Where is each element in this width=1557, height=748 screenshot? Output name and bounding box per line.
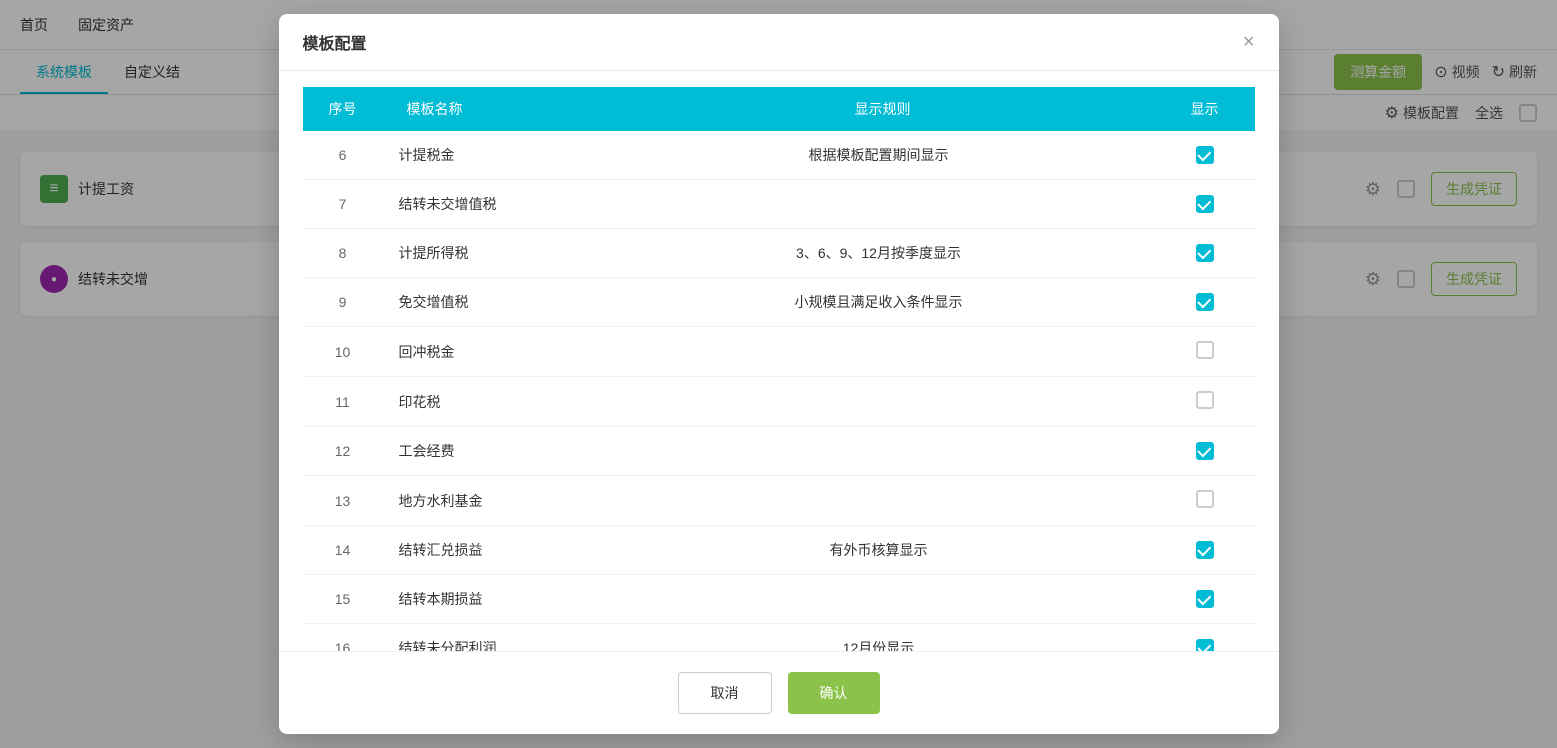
confirm-button[interactable]: 确认 [788,672,880,714]
modal-title: 模板配置 [303,30,367,54]
table-row: 12工会经费 [303,427,1255,476]
cell-rule: 12月份显示 [603,624,1155,652]
cell-name: 结转未交增值税 [383,180,603,229]
cell-rule [603,377,1155,427]
col-header-id: 序号 [303,87,383,131]
config-table: 序号 模板名称 显示规则 显示 6计提税金根据模板配置期间显示7结转未交增值税8… [303,87,1255,651]
cell-name: 结转未分配利润 [383,624,603,652]
table-row: 8计提所得税3、6、9、12月按季度显示 [303,229,1255,278]
cell-name: 计提所得税 [383,229,603,278]
cell-name: 免交增值税 [383,278,603,327]
cell-checkbox [1155,377,1255,427]
modal-overlay: 模板配置 × 序号 模板名称 显示规则 显示 6计提税金根据模板配置期间显示7结… [0,0,1557,748]
table-row: 13地方水利基金 [303,476,1255,526]
cell-id: 8 [303,229,383,278]
cell-id: 14 [303,526,383,575]
cell-rule: 小规模且满足收入条件显示 [603,278,1155,327]
cell-name: 结转汇兑损益 [383,526,603,575]
checkbox-row-11[interactable] [1196,391,1214,409]
cell-id: 11 [303,377,383,427]
cell-rule [603,476,1155,526]
cell-rule [603,575,1155,624]
table-row: 16结转未分配利润12月份显示 [303,624,1255,652]
cell-name: 回冲税金 [383,327,603,377]
checkbox-row-8[interactable] [1196,244,1214,262]
cell-name: 工会经费 [383,427,603,476]
cell-id: 9 [303,278,383,327]
checkbox-row-12[interactable] [1196,442,1214,460]
cell-name: 地方水利基金 [383,476,603,526]
modal-body: 序号 模板名称 显示规则 显示 6计提税金根据模板配置期间显示7结转未交增值税8… [279,71,1279,651]
cell-name: 计提税金 [383,131,603,180]
cell-checkbox [1155,427,1255,476]
cell-id: 16 [303,624,383,652]
checkbox-row-10[interactable] [1196,341,1214,359]
checkbox-row-9[interactable] [1196,293,1214,311]
cell-name: 结转本期损益 [383,575,603,624]
cell-rule: 根据模板配置期间显示 [603,131,1155,180]
modal-template-config: 模板配置 × 序号 模板名称 显示规则 显示 6计提税金根据模板配置期间显示7结… [279,14,1279,734]
table-row: 9免交增值税小规模且满足收入条件显示 [303,278,1255,327]
col-header-rule: 显示规则 [603,87,1155,131]
modal-footer: 取消 确认 [279,651,1279,734]
cell-id: 10 [303,327,383,377]
checkbox-row-16[interactable] [1196,639,1214,651]
table-body: 6计提税金根据模板配置期间显示7结转未交增值税8计提所得税3、6、9、12月按季… [303,131,1255,651]
cell-rule [603,427,1155,476]
modal-header: 模板配置 × [279,14,1279,71]
cell-checkbox [1155,180,1255,229]
cell-id: 7 [303,180,383,229]
cell-checkbox [1155,327,1255,377]
cell-checkbox [1155,476,1255,526]
cell-id: 12 [303,427,383,476]
table-row: 6计提税金根据模板配置期间显示 [303,131,1255,180]
checkbox-row-15[interactable] [1196,590,1214,608]
cell-checkbox [1155,278,1255,327]
table-row: 11印花税 [303,377,1255,427]
table-header: 序号 模板名称 显示规则 显示 [303,87,1255,131]
modal-close-button[interactable]: × [1243,32,1255,52]
checkbox-row-13[interactable] [1196,490,1214,508]
checkbox-row-14[interactable] [1196,541,1214,559]
cell-checkbox [1155,229,1255,278]
cancel-button[interactable]: 取消 [678,672,772,714]
cell-rule [603,180,1155,229]
table-row: 10回冲税金 [303,327,1255,377]
checkbox-row-6[interactable] [1196,146,1214,164]
cell-id: 13 [303,476,383,526]
table-row: 7结转未交增值税 [303,180,1255,229]
table-row: 15结转本期损益 [303,575,1255,624]
col-header-name: 模板名称 [383,87,603,131]
cell-rule: 3、6、9、12月按季度显示 [603,229,1155,278]
cell-checkbox [1155,624,1255,652]
cell-checkbox [1155,131,1255,180]
checkbox-row-7[interactable] [1196,195,1214,213]
cell-checkbox [1155,575,1255,624]
cell-rule: 有外币核算显示 [603,526,1155,575]
cell-id: 15 [303,575,383,624]
cell-id: 6 [303,131,383,180]
cell-rule [603,327,1155,377]
cell-checkbox [1155,526,1255,575]
cell-name: 印花税 [383,377,603,427]
table-row: 14结转汇兑损益有外币核算显示 [303,526,1255,575]
col-header-show: 显示 [1155,87,1255,131]
